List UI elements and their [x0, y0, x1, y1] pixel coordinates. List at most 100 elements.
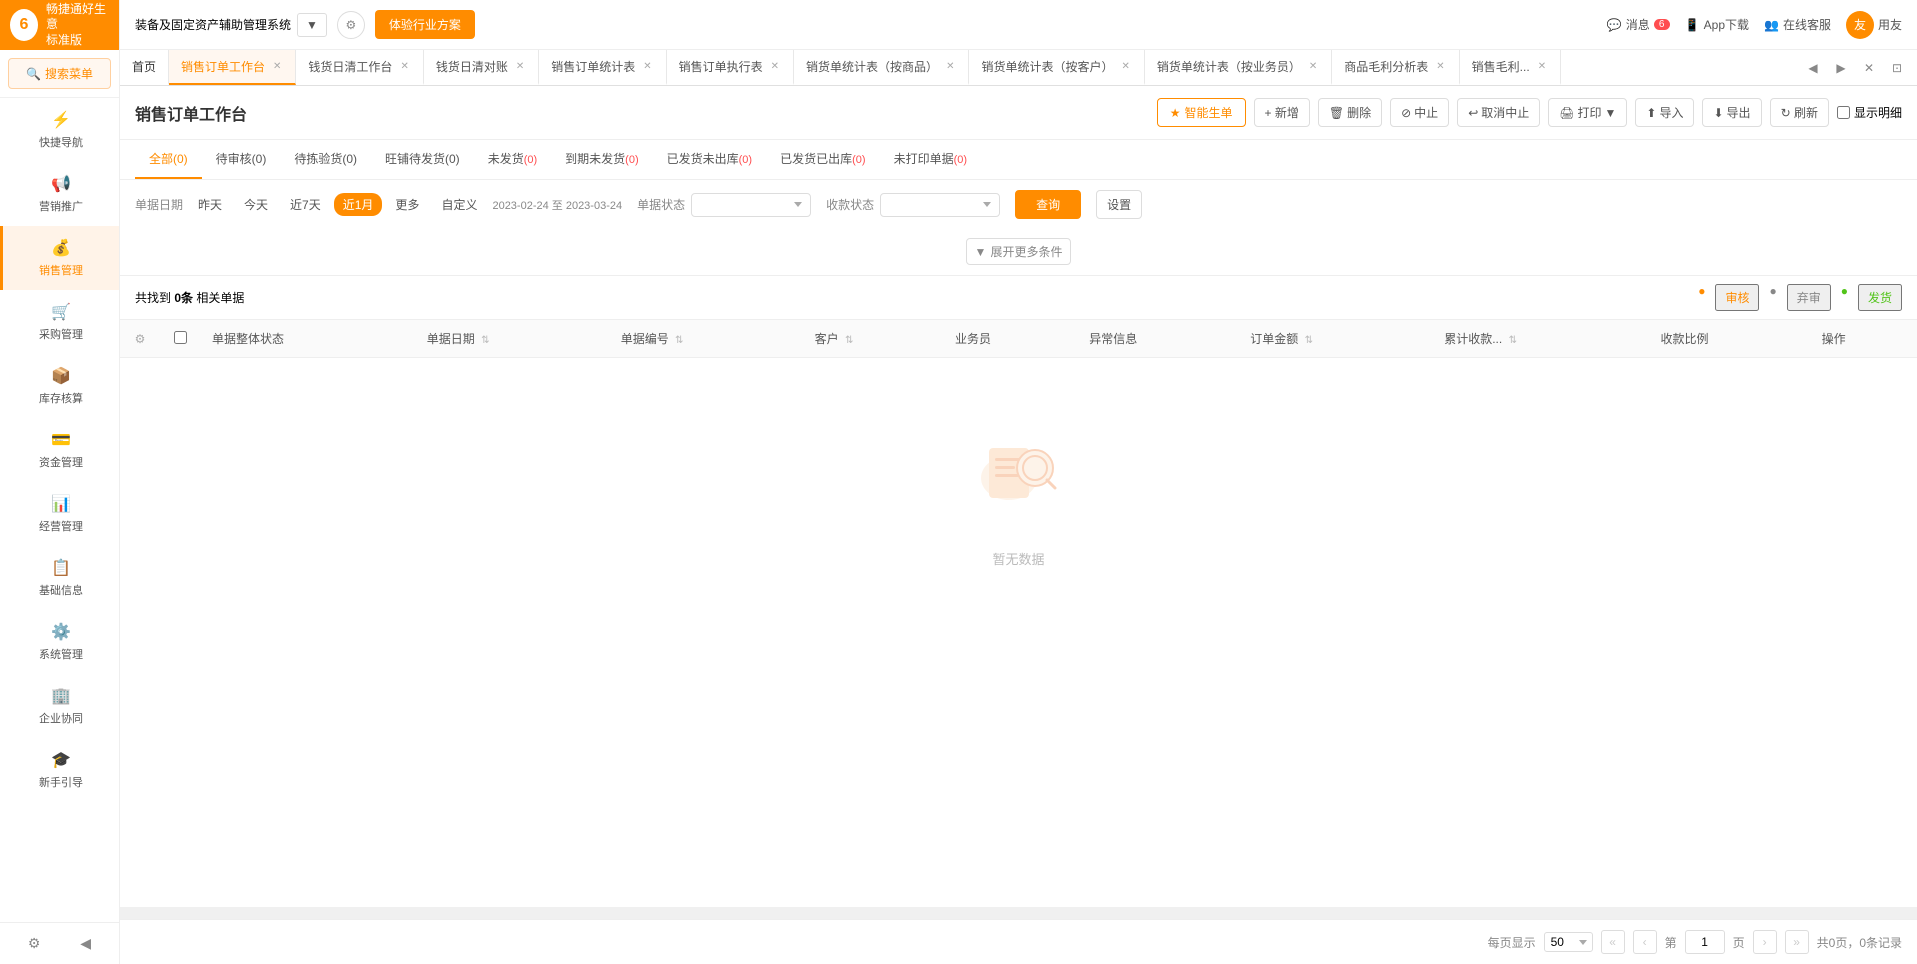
sidebar-item-base-info[interactable]: 📋 基础信息	[0, 546, 119, 610]
tab-sales-more[interactable]: 销售毛利... ✕	[1460, 50, 1561, 85]
close-goods-margin-tab[interactable]: ✕	[1434, 60, 1446, 73]
close-sales-stats-tab[interactable]: ✕	[641, 60, 653, 73]
search-menu-button[interactable]: 🔍 搜索菜单	[8, 58, 111, 89]
solution-button[interactable]: 体验行业方案	[375, 10, 475, 39]
refresh-button[interactable]: ↻ 刷新	[1770, 98, 1829, 127]
close-goods-stats-customer-tab[interactable]: ✕	[1119, 60, 1131, 73]
subtab-shipped-not-out[interactable]: 已发货未出库(0)	[653, 140, 766, 179]
settings-filter-button[interactable]: 设置	[1096, 190, 1142, 219]
collapse-sidebar-button[interactable]: ◀	[72, 931, 99, 956]
query-button[interactable]: 查询	[1015, 190, 1081, 219]
subtab-expired-not-shipped[interactable]: 到期未发货(0)	[551, 140, 652, 179]
topbar-settings-button[interactable]: ⚙	[337, 11, 365, 39]
cancel-stop-button[interactable]: ↩ 取消中止	[1457, 98, 1540, 127]
tab-scroll-next-button[interactable]: ▶	[1829, 56, 1853, 80]
sort-date-icon[interactable]: ⇅	[481, 335, 489, 346]
prev-page-button[interactable]: ‹	[1633, 930, 1657, 954]
sidebar-item-guide[interactable]: 🎓 新手引导	[0, 738, 119, 802]
status-filter-select[interactable]	[691, 193, 811, 217]
add-button[interactable]: + 新增	[1254, 98, 1310, 127]
print-button[interactable]: 🖨 打印 ▼	[1548, 98, 1627, 127]
tab-goods-stats-customer[interactable]: 销货单统计表（按客户） ✕	[969, 50, 1144, 85]
subtab-pending-audit[interactable]: 待审核(0)	[202, 140, 281, 179]
tab-cash-reconcile[interactable]: 钱货日清对账 ✕	[424, 50, 539, 85]
user-menu-button[interactable]: 友 用友	[1846, 11, 1902, 39]
close-goods-stats-product-tab[interactable]: ✕	[944, 60, 956, 73]
app-download-button[interactable]: 📱 App下载	[1685, 16, 1749, 33]
sort-number-icon[interactable]: ⇅	[675, 335, 683, 346]
online-service-button[interactable]: 👥 在线客服	[1764, 16, 1831, 33]
sidebar-item-quick-nav[interactable]: ⚡ 快捷导航	[0, 98, 119, 162]
stop-button[interactable]: ⊘ 中止	[1390, 98, 1449, 127]
export-button[interactable]: ⬇ 导出	[1702, 98, 1761, 127]
subtab-shipped-out[interactable]: 已发货已出库(0)	[766, 140, 879, 179]
sort-customer-icon[interactable]: ⇅	[845, 335, 853, 346]
sidebar-item-marketing[interactable]: 📢 营销推广	[0, 162, 119, 226]
subtab-not-shipped[interactable]: 未发货(0)	[474, 140, 551, 179]
next-page-button[interactable]: ›	[1753, 930, 1777, 954]
import-button[interactable]: ⬆ 导入	[1635, 98, 1694, 127]
date-today-btn[interactable]: 今天	[235, 193, 277, 216]
smart-generate-button[interactable]: ★ 智能生单	[1157, 98, 1246, 127]
close-cash-reconcile-tab[interactable]: ✕	[514, 60, 526, 73]
tab-sales-workbench[interactable]: 销售订单工作台 ✕	[169, 50, 296, 85]
system-dropdown-button[interactable]: ▼	[297, 13, 327, 37]
tab-goods-margin[interactable]: 商品毛利分析表 ✕	[1332, 50, 1459, 85]
subtab-pending-check[interactable]: 待拣验货(0)	[280, 140, 371, 179]
date-7days-btn[interactable]: 近7天	[281, 193, 330, 216]
subtab-not-printed[interactable]: 未打印单据(0)	[880, 140, 981, 179]
sort-collected-icon[interactable]: ⇅	[1509, 335, 1517, 346]
sort-amount-icon[interactable]: ⇅	[1305, 335, 1313, 346]
sales-workbench-tab-label: 销售订单工作台	[181, 58, 265, 75]
horizontal-scrollbar[interactable]	[120, 907, 1917, 919]
close-sales-more-tab[interactable]: ✕	[1536, 60, 1548, 73]
tab-goods-stats-product[interactable]: 销货单统计表（按商品） ✕	[794, 50, 969, 85]
payment-filter-select[interactable]	[880, 193, 1000, 217]
message-button[interactable]: 💬 消息 6	[1607, 16, 1670, 33]
close-cash-daily-tab[interactable]: ✕	[398, 60, 410, 73]
import-icon: ⬆	[1646, 106, 1656, 120]
settings-button[interactable]: ⚙	[20, 931, 49, 956]
date-more-btn[interactable]: 更多	[386, 193, 428, 216]
close-goods-stats-staff-tab[interactable]: ✕	[1307, 60, 1319, 73]
subtab-wangpu-pending[interactable]: 旺铺待发货(0)	[371, 140, 474, 179]
first-page-button[interactable]: «	[1601, 930, 1625, 954]
tab-home[interactable]: 首页	[120, 50, 169, 85]
tab-sales-exec[interactable]: 销售订单执行表 ✕	[667, 50, 794, 85]
page-number-input[interactable]	[1685, 930, 1725, 954]
delete-icon: 🗑	[1329, 106, 1344, 120]
page-size-select[interactable]: 20 50 100	[1544, 932, 1593, 952]
last-page-button[interactable]: »	[1785, 930, 1809, 954]
subtab-all[interactable]: 全部(0)	[135, 140, 202, 179]
tab-cash-daily[interactable]: 钱货日清工作台 ✕	[296, 50, 423, 85]
sidebar-item-purchase[interactable]: 🛒 采购管理	[0, 290, 119, 354]
sidebar-item-system[interactable]: ⚙️ 系统管理	[0, 610, 119, 674]
date-custom-btn[interactable]: 自定义	[432, 193, 486, 216]
batch-cancel-audit-button[interactable]: 弃审	[1787, 284, 1831, 311]
home-tab-label: 首页	[132, 58, 156, 75]
show-detail-checkbox[interactable]	[1837, 106, 1850, 119]
tab-scroll-prev-button[interactable]: ◀	[1801, 56, 1825, 80]
sidebar-item-enterprise[interactable]: 🏢 企业协同	[0, 674, 119, 738]
guide-icon: 🎓	[51, 750, 71, 770]
expand-tabs-button[interactable]: ⊡	[1885, 56, 1909, 80]
sidebar-item-operation[interactable]: 📊 经营管理	[0, 482, 119, 546]
date-yesterday-btn[interactable]: 昨天	[189, 193, 231, 216]
expand-filters-button[interactable]: ▼ 展开更多条件	[966, 238, 1072, 265]
close-sales-workbench-tab[interactable]: ✕	[271, 60, 283, 73]
sidebar-item-capital[interactable]: 💳 资金管理	[0, 418, 119, 482]
tab-goods-stats-staff[interactable]: 销货单统计表（按业务员） ✕	[1145, 50, 1332, 85]
show-detail-checkbox-label[interactable]: 显示明细	[1837, 104, 1902, 121]
delete-button[interactable]: 🗑 删除	[1318, 98, 1382, 127]
select-all-checkbox[interactable]	[174, 331, 187, 344]
sidebar-item-sales[interactable]: 💰 销售管理	[0, 226, 119, 290]
close-sales-exec-tab[interactable]: ✕	[769, 60, 781, 73]
sidebar-logo: 6 畅捷通好生意 标准版	[0, 0, 119, 50]
sidebar-item-inventory[interactable]: 📦 库存核算	[0, 354, 119, 418]
sidebar-item-label: 系统管理	[39, 646, 83, 662]
close-all-tabs-button[interactable]: ✕	[1857, 56, 1881, 80]
tab-sales-stats[interactable]: 销售订单统计表 ✕	[539, 50, 666, 85]
batch-audit-button[interactable]: 审核	[1715, 284, 1759, 311]
batch-ship-button[interactable]: 发货	[1858, 284, 1902, 311]
date-1month-btn[interactable]: 近1月	[334, 193, 383, 216]
